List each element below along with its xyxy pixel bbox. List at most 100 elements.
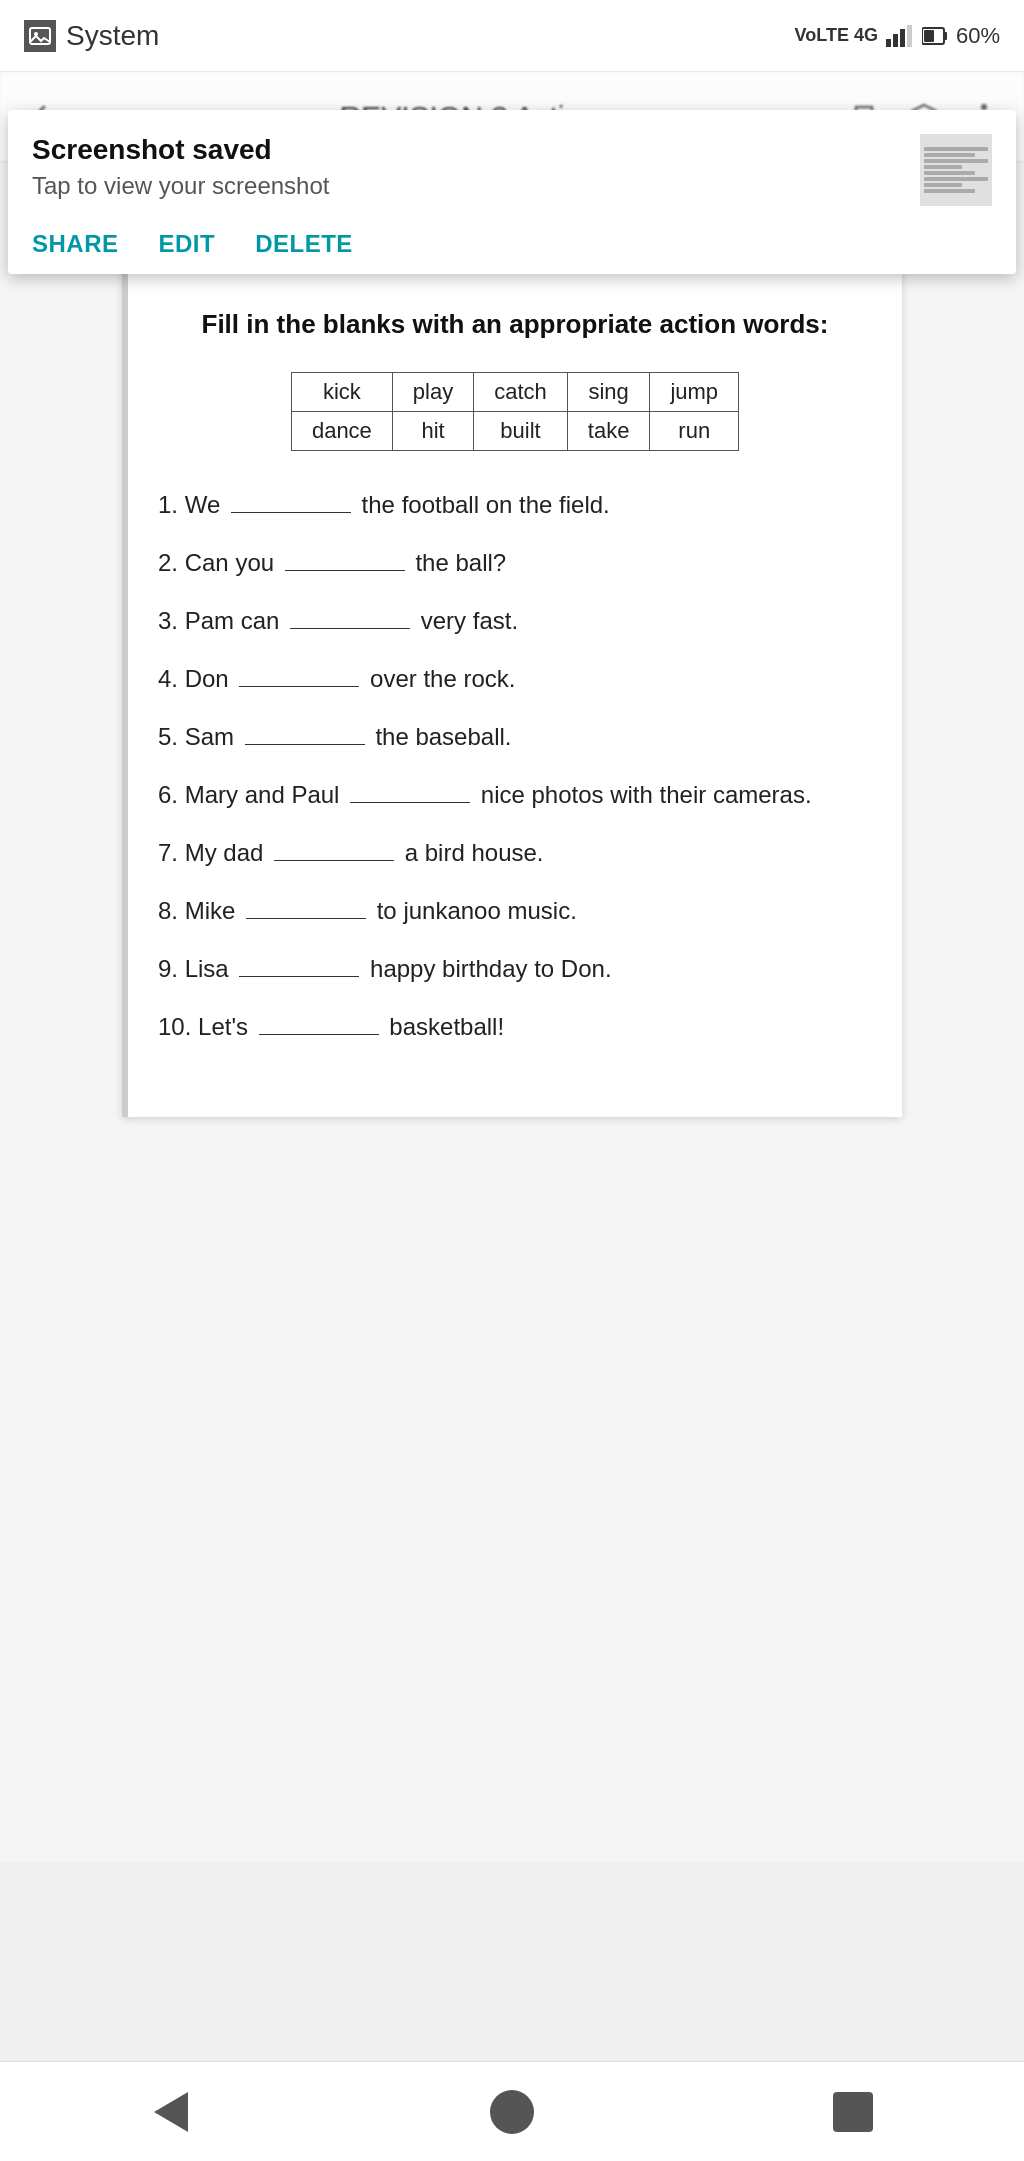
question-1: 1. We the football on the field. <box>158 487 872 523</box>
q2-after: the ball? <box>415 549 506 576</box>
word-play: play <box>392 373 473 412</box>
q1-num: 1. <box>158 491 178 518</box>
back-nav-button[interactable] <box>141 2082 201 2142</box>
svg-rect-0 <box>30 28 50 44</box>
thumb-line-6 <box>924 177 988 181</box>
notification-header: Screenshot saved Tap to view your screen… <box>32 134 992 206</box>
battery-icon <box>922 25 948 47</box>
q1-after: the football on the field. <box>362 491 610 518</box>
image-icon <box>24 20 56 52</box>
q4-num: 4. <box>158 665 178 692</box>
question-3: 3. Pam can very fast. <box>158 603 872 639</box>
home-nav-icon <box>490 2090 534 2134</box>
q10-num: 10. <box>158 1013 191 1040</box>
main-content: REVISION 4 Fill in the blanks with an ap… <box>0 162 1024 1862</box>
thumb-line-3 <box>924 159 988 163</box>
word-take: take <box>567 412 650 451</box>
share-button[interactable]: SHARE <box>32 230 119 258</box>
battery-percent: 60% <box>956 23 1000 49</box>
q7-after: a bird house. <box>405 839 544 866</box>
q8-before: Mike <box>185 897 242 924</box>
q3-num: 3. <box>158 607 178 634</box>
question-9: 9. Lisa happy birthday to Don. <box>158 951 872 987</box>
q10-blank <box>259 1034 379 1035</box>
question-4: 4. Don over the rock. <box>158 661 872 697</box>
questions-list: 1. We the football on the field. 2. Can … <box>158 487 872 1045</box>
q6-after: nice photos with their cameras. <box>481 781 812 808</box>
q9-num: 9. <box>158 955 178 982</box>
word-bank-table: kick play catch sing jump dance hit buil… <box>291 372 739 451</box>
status-app-name: System <box>66 20 159 52</box>
recents-nav-icon <box>833 2092 873 2132</box>
svg-point-10 <box>981 104 987 110</box>
svg-rect-7 <box>944 32 947 40</box>
bottom-navigation <box>0 2061 1024 2161</box>
q6-num: 6. <box>158 781 178 808</box>
thumb-line-8 <box>924 189 975 193</box>
word-catch: catch <box>474 373 568 412</box>
q8-after: to junkanoo music. <box>377 897 577 924</box>
question-10: 10. Let's basketball! <box>158 1009 872 1045</box>
status-right: VoLTE 4G 60% <box>795 23 1000 49</box>
q7-blank <box>274 860 394 861</box>
signal-text: VoLTE 4G <box>795 25 878 46</box>
q9-after: happy birthday to Don. <box>370 955 612 982</box>
q10-after: basketball! <box>389 1013 504 1040</box>
q3-before: Pam can <box>185 607 280 634</box>
edit-button[interactable]: EDIT <box>159 230 216 258</box>
q3-blank <box>290 628 410 629</box>
svg-rect-8 <box>924 30 934 42</box>
thumb-line-7 <box>924 183 962 187</box>
q9-blank <box>239 976 359 977</box>
q6-before: Mary and Paul <box>185 781 346 808</box>
q1-before: We <box>185 491 227 518</box>
document-card: REVISION 4 Fill in the blanks with an ap… <box>122 202 902 1117</box>
q9-before: Lisa <box>185 955 236 982</box>
q7-num: 7. <box>158 839 178 866</box>
q7-before: My dad <box>185 839 270 866</box>
screenshot-thumbnail <box>920 134 992 206</box>
q4-blank <box>239 686 359 687</box>
question-2: 2. Can you the ball? <box>158 545 872 581</box>
thumb-line-2 <box>924 153 975 157</box>
word-kick: kick <box>291 373 392 412</box>
word-run: run <box>650 412 739 451</box>
q10-before: Let's <box>198 1013 255 1040</box>
thumb-line-1 <box>924 147 988 151</box>
word-sing: sing <box>567 373 650 412</box>
question-8: 8. Mike to junkanoo music. <box>158 893 872 929</box>
word-dance: dance <box>291 412 392 451</box>
svg-rect-2 <box>886 39 891 47</box>
home-nav-button[interactable] <box>482 2082 542 2142</box>
recents-nav-button[interactable] <box>823 2082 883 2142</box>
status-left: System <box>24 20 159 52</box>
q6-blank <box>350 802 470 803</box>
thumb-line-5 <box>924 171 975 175</box>
notification-actions: SHARE EDIT DELETE <box>32 226 992 258</box>
q4-after: over the rock. <box>370 665 515 692</box>
q2-blank <box>285 570 405 571</box>
delete-button[interactable]: DELETE <box>255 230 353 258</box>
q4-before: Don <box>185 665 229 692</box>
word-built: built <box>474 412 568 451</box>
word-jump: jump <box>650 373 739 412</box>
question-6: 6. Mary and Paul nice photos with their … <box>158 777 872 813</box>
notification-card[interactable]: Screenshot saved Tap to view your screen… <box>8 110 1016 274</box>
status-bar: System VoLTE 4G 60% <box>0 0 1024 72</box>
q3-after: very fast. <box>421 607 518 634</box>
q5-after: the baseball. <box>375 723 511 750</box>
svg-rect-4 <box>900 29 905 47</box>
q5-num: 5. <box>158 723 178 750</box>
q1-blank <box>231 512 351 513</box>
back-nav-icon <box>154 2092 188 2132</box>
document-instruction: Fill in the blanks with an appropriate a… <box>158 309 872 340</box>
svg-rect-5 <box>907 25 912 47</box>
signal-bars-icon <box>886 25 914 47</box>
notification-title: Screenshot saved <box>32 134 904 166</box>
notification-subtitle: Tap to view your screenshot <box>32 172 904 200</box>
question-5: 5. Sam the baseball. <box>158 719 872 755</box>
thumb-line-4 <box>924 165 962 169</box>
question-7: 7. My dad a bird house. <box>158 835 872 871</box>
q5-blank <box>245 744 365 745</box>
q2-before: Can you <box>185 549 281 576</box>
